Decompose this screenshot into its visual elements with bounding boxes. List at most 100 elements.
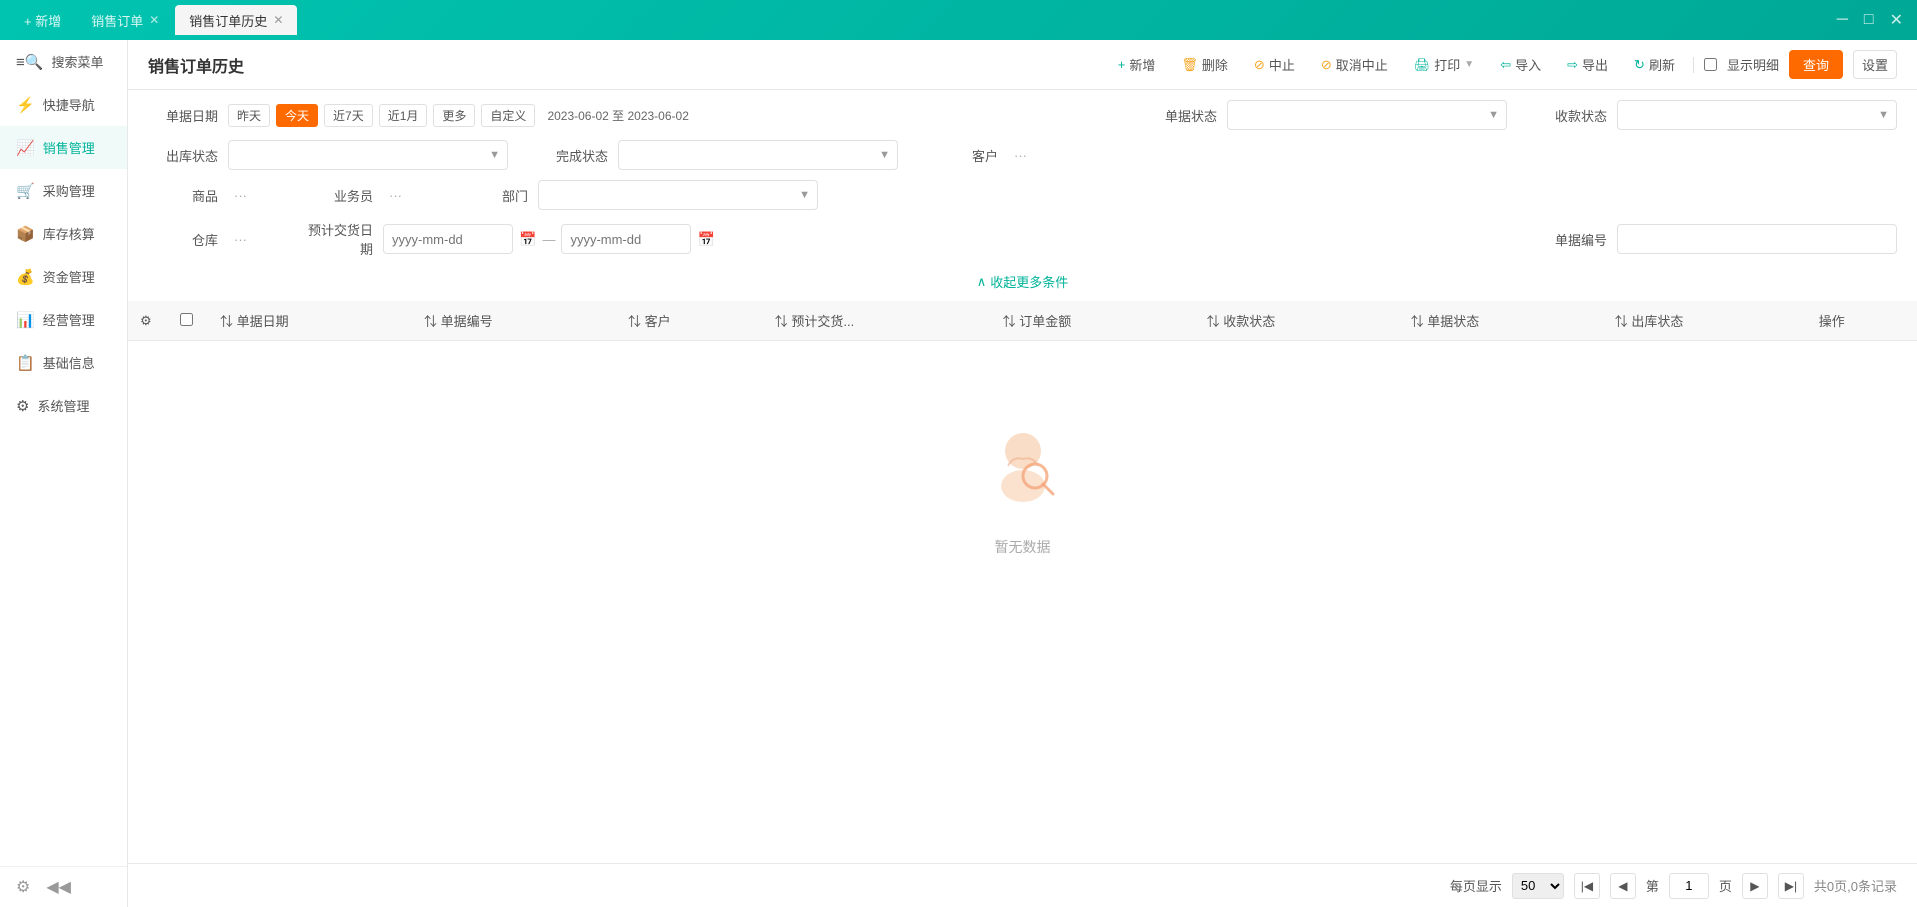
complete-status-select-wrapper: ▼ (618, 140, 898, 170)
salesperson-ellipsis[interactable]: ··· (383, 188, 408, 203)
tab-sales-order[interactable]: 销售订单 ✕ (77, 5, 173, 35)
first-page-button[interactable]: |◀ (1574, 873, 1600, 899)
th-bill-status[interactable]: ⇅ 单据状态 (1399, 301, 1603, 341)
page-number-input[interactable] (1669, 873, 1709, 899)
import-button[interactable]: ⇦ 导入 (1492, 51, 1549, 78)
outbound-status-select[interactable] (228, 140, 508, 170)
outbound-status-label: 出库状态 (148, 146, 218, 165)
prev-page-button[interactable]: ◀ (1610, 873, 1636, 899)
expected-delivery-range: 📅 — 📅 (383, 224, 1507, 254)
th-customer[interactable]: ⇅ 客户 (616, 301, 763, 341)
bill-status-label: 单据状态 (1147, 106, 1217, 125)
sidebar-item-search-menu[interactable]: ≡🔍 搜索菜单 (0, 40, 127, 83)
close-button[interactable]: ✕ (1886, 6, 1907, 34)
th-date[interactable]: ⇅ 单据日期 (208, 301, 412, 341)
date-7days-btn[interactable]: 近7天 (324, 104, 373, 127)
collapse-up-icon: ∧ (977, 274, 987, 290)
expected-delivery-start[interactable] (383, 224, 513, 254)
page-size-select[interactable]: 20 50 100 (1512, 873, 1564, 899)
customer-ellipsis[interactable]: ··· (1008, 148, 1033, 163)
sidebar-item-inventory-label: 库存核算 (43, 224, 95, 243)
warehouse-ellipsis[interactable]: ··· (228, 232, 253, 247)
new-button[interactable]: + 新增 (1110, 51, 1164, 78)
stop-button[interactable]: ⊘ 中止 (1246, 51, 1303, 78)
cancel-stop-button[interactable]: ⊘ 取消中止 (1313, 51, 1396, 78)
date-yesterday-btn[interactable]: 昨天 (228, 104, 270, 127)
tab-home[interactable]: + 新增 (10, 5, 75, 35)
delete-button[interactable]: 🗑 删除 (1173, 51, 1236, 78)
sidebar-item-sales-mgmt[interactable]: 📈 销售管理 (0, 126, 127, 169)
sidebar-item-purchase-mgmt[interactable]: 🛒 采购管理 (0, 169, 127, 212)
th-outbound-status[interactable]: ⇅ 出库状态 (1603, 301, 1807, 341)
print-icon: 🖨 (1414, 57, 1431, 73)
department-select[interactable] (538, 180, 818, 210)
payment-status-select[interactable] (1617, 100, 1897, 130)
expected-delivery-end[interactable] (561, 224, 691, 254)
stop-icon: ⊘ (1254, 57, 1265, 73)
main-layout: ≡🔍 搜索菜单 ⚡ 快捷导航 📈 销售管理 🛒 采购管理 📦 库存核算 💰 资金… (0, 40, 1917, 907)
toolbar: + 新增 🗑 删除 ⊘ 中止 ⊘ 取消中止 (1110, 50, 1897, 79)
maximize-button[interactable]: □ (1860, 7, 1878, 33)
th-amount-label: ⇅ 订单金额 (1003, 314, 1072, 329)
table-area: ⚙ ⇅ 单据日期 ⇅ 单据编号 ⇅ 客户 (128, 301, 1917, 863)
sidebar-item-inventory[interactable]: 📦 库存核算 (0, 212, 127, 255)
settings-gear-icon[interactable]: ⚙ (140, 313, 152, 328)
sidebar-item-operations[interactable]: 📊 经营管理 (0, 298, 127, 341)
refresh-button[interactable]: ↻ 刷新 (1626, 51, 1683, 78)
collapse-button[interactable]: ∧ 收起更多条件 (977, 268, 1069, 291)
last-page-button[interactable]: ▶| (1778, 873, 1804, 899)
bill-number-input[interactable] (1617, 224, 1897, 254)
th-payment-status[interactable]: ⇅ 收款状态 (1195, 301, 1399, 341)
date-today-btn[interactable]: 今天 (276, 104, 318, 127)
total-info: 共0页,0条记录 (1814, 876, 1897, 895)
complete-status-label: 完成状态 (538, 146, 608, 165)
minimize-button[interactable]: ─ (1833, 7, 1852, 33)
th-bill-status-label: ⇅ 单据状态 (1411, 314, 1480, 329)
settings-label: 设置 (1862, 55, 1888, 74)
sidebar-item-finance-label: 资金管理 (43, 267, 95, 286)
date-more-btn[interactable]: 更多 (433, 104, 475, 127)
date-separator: — (542, 232, 555, 247)
product-ellipsis[interactable]: ··· (228, 188, 253, 203)
page-size-label: 每页显示 (1450, 876, 1502, 895)
date-custom-btn[interactable]: 自定义 (481, 104, 535, 127)
th-outbound-status-label: ⇅ 出库状态 (1615, 314, 1684, 329)
sidebar-item-finance[interactable]: 💰 资金管理 (0, 255, 127, 298)
bill-number-label: 单据编号 (1537, 230, 1607, 249)
complete-status-select[interactable] (618, 140, 898, 170)
tab-sales-order-history-close[interactable]: ✕ (273, 14, 283, 26)
print-button[interactable]: 🖨 打印 ▼ (1406, 51, 1482, 78)
calendar-end-icon[interactable]: 📅 (697, 231, 714, 248)
table-header: ⚙ ⇅ 单据日期 ⇅ 单据编号 ⇅ 客户 (128, 301, 1917, 341)
salesperson-label: 业务员 (303, 186, 373, 205)
sidebar-item-system[interactable]: ⚙ 系统管理 (0, 384, 127, 427)
tab-sales-order-history[interactable]: 销售订单历史 ✕ (175, 5, 297, 35)
sidebar-collapse-icon[interactable]: ◀◀ (46, 877, 71, 897)
department-label: 部门 (458, 186, 528, 205)
next-page-button[interactable]: ▶ (1742, 873, 1768, 899)
sidebar-bottom: ⚙ ◀◀ (0, 866, 127, 907)
export-button[interactable]: ⇨ 导出 (1559, 51, 1616, 78)
sidebar-item-basic-info[interactable]: 📋 基础信息 (0, 341, 127, 384)
th-delivery[interactable]: ⇅ 预计交货... (763, 301, 991, 341)
select-all-checkbox[interactable] (180, 313, 193, 326)
th-amount[interactable]: ⇅ 订单金额 (991, 301, 1195, 341)
sidebar-item-quick-nav[interactable]: ⚡ 快捷导航 (0, 83, 127, 126)
sidebar-item-operations-label: 经营管理 (43, 310, 95, 329)
date-1month-btn[interactable]: 近1月 (379, 104, 428, 127)
new-icon: + (1118, 57, 1126, 72)
query-button[interactable]: 查询 (1789, 50, 1843, 79)
th-number[interactable]: ⇅ 单据编号 (412, 301, 616, 341)
settings-button[interactable]: 设置 (1853, 50, 1897, 79)
toolbar-divider (1693, 57, 1694, 73)
calendar-start-icon[interactable]: 📅 (519, 231, 536, 248)
sidebar: ≡🔍 搜索菜单 ⚡ 快捷导航 📈 销售管理 🛒 采购管理 📦 库存核算 💰 资金… (0, 40, 128, 907)
page-label: 页 (1719, 876, 1732, 895)
import-label: 导入 (1515, 55, 1541, 74)
sidebar-settings-icon[interactable]: ⚙ (16, 877, 30, 897)
th-delivery-label: ⇅ 预计交货... (775, 314, 854, 329)
bill-status-select[interactable] (1227, 100, 1507, 130)
show-detail-checkbox[interactable] (1704, 58, 1717, 71)
tab-sales-order-close[interactable]: ✕ (149, 14, 159, 26)
purchase-mgmt-icon: 🛒 (16, 182, 35, 200)
